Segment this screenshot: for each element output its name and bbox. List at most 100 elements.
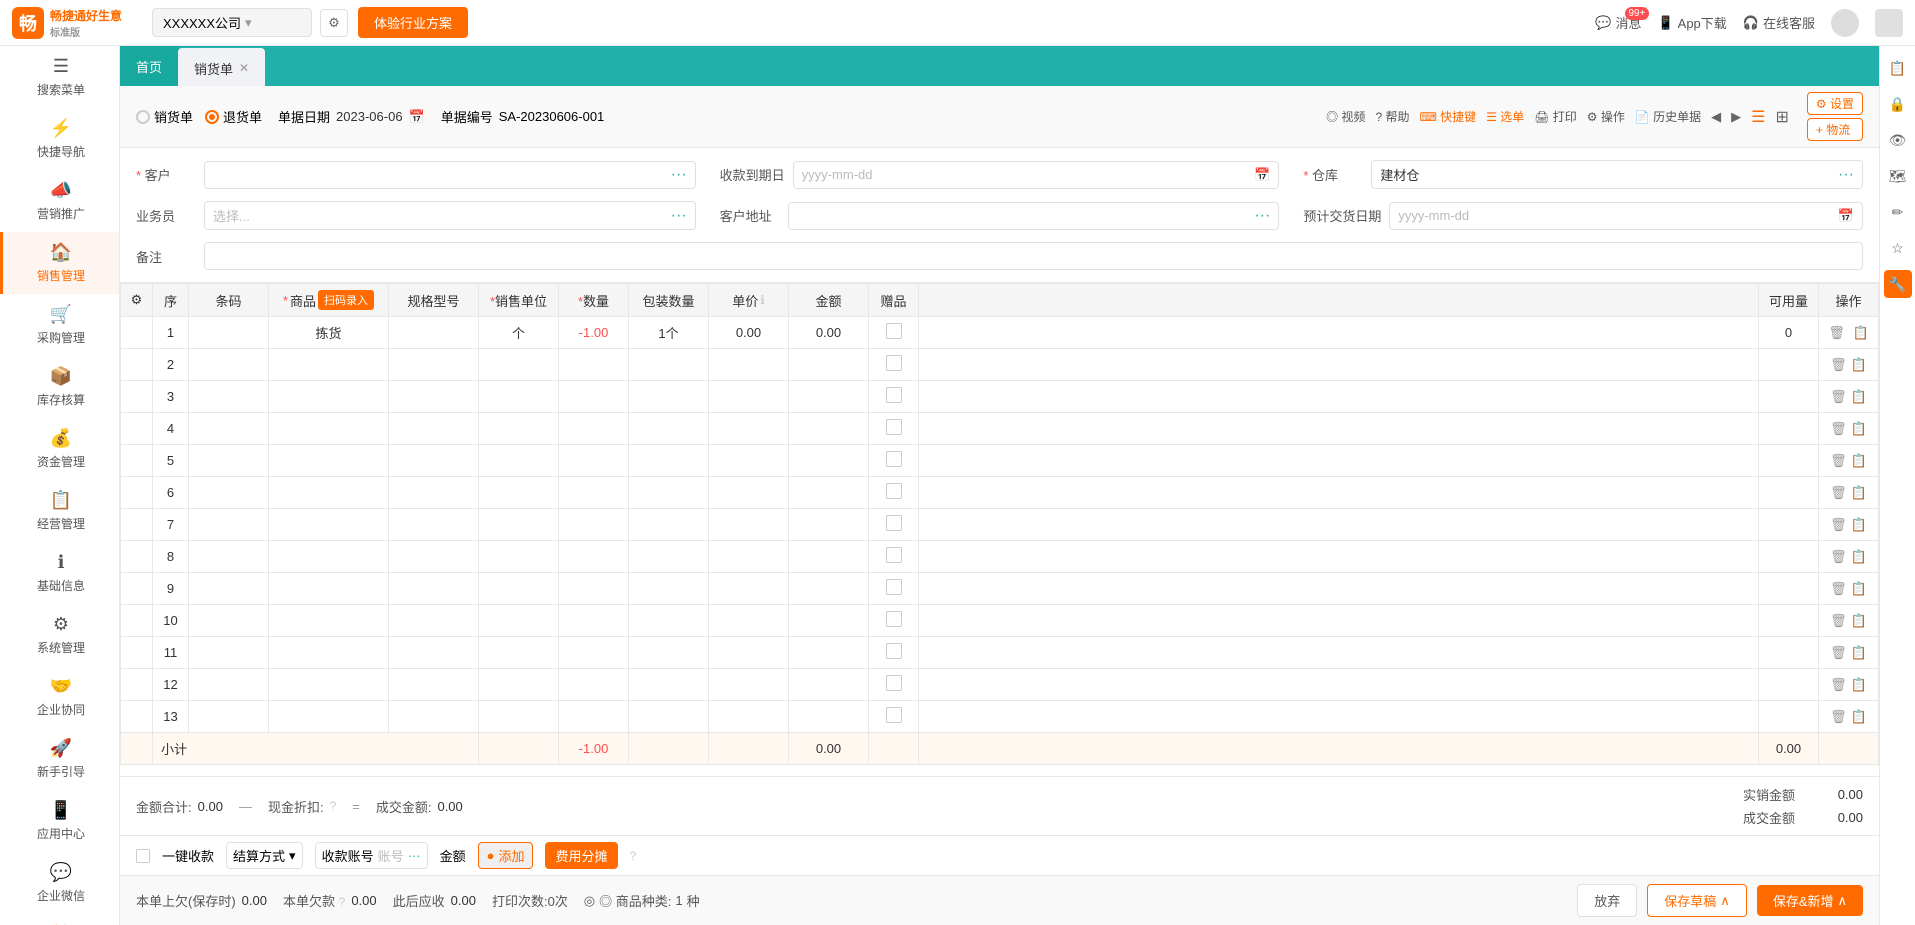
product-type-field[interactable]: ◎ ◎ 商品种类: 1 种 <box>584 891 700 910</box>
sidebar-item-member[interactable]: 👑 畅会员 <box>0 914 119 925</box>
sidebar-item-search[interactable]: ☰ 搜索菜单 <box>0 46 119 108</box>
grid-view-btn[interactable]: ⊞ <box>1776 107 1789 127</box>
sidebar-item-basic[interactable]: ℹ 基础信息 <box>0 542 119 604</box>
save-draft-chevron[interactable]: ∧ <box>1720 893 1730 909</box>
online-service-btn[interactable]: 🎧 在线客服 <box>1743 13 1815 32</box>
sidebar-item-quick-nav[interactable]: ⚡ 快捷导航 <box>0 108 119 170</box>
row1-qty[interactable]: -1.00 <box>559 317 629 349</box>
account-dots[interactable]: ··· <box>408 848 421 863</box>
customer-addr-input[interactable]: ··· <box>788 202 1280 230</box>
delivery-calendar-icon[interactable]: 📅 <box>1838 208 1854 224</box>
bottom-bar: 本单上欠(保存时) 0.00 本单欠款 ? 0.00 此后应收 0.00 打印次… <box>120 875 1879 925</box>
row1-delete-btn[interactable]: 🗑 <box>1828 325 1845 340</box>
expense-btn[interactable]: 费用分摊 <box>545 842 617 869</box>
calendar-icon[interactable]: 📅 <box>409 109 425 125</box>
select-btn[interactable]: ☰ 选单 <box>1486 108 1524 125</box>
one-click-checkbox[interactable] <box>136 849 150 863</box>
save-new-chevron[interactable]: ∧ <box>1837 893 1847 909</box>
sidebar-item-system[interactable]: ⚙ 系统管理 <box>0 604 119 666</box>
row1-settings[interactable] <box>121 317 153 349</box>
th-settings[interactable]: ⚙ <box>121 284 153 317</box>
sidebar-item-inventory[interactable]: 📦 库存核算 <box>0 356 119 418</box>
th-avail: 可用量 <box>1759 284 1819 317</box>
delivery-date-input[interactable]: yyyy-mm-dd 📅 <box>1389 202 1863 230</box>
discount-info-icon[interactable]: ? <box>330 799 337 813</box>
remark-input[interactable] <box>204 242 1863 270</box>
due-date-calendar-icon[interactable]: 📅 <box>1254 167 1270 183</box>
price-info-icon[interactable]: ℹ <box>760 293 765 307</box>
logistics-btn[interactable]: + 物流 <box>1807 118 1863 141</box>
row1-unit[interactable]: 个 <box>479 317 559 349</box>
app-download-btn[interactable]: 📱 App下载 <box>1657 13 1726 32</box>
sidebar-item-sales[interactable]: 🏠 销售管理 <box>0 232 119 294</box>
right-panel-lock-btn[interactable]: 🔒 <box>1884 90 1912 118</box>
radio-return-order[interactable]: 退货单 <box>205 107 262 126</box>
nav-next[interactable]: ▶ <box>1731 109 1741 125</box>
tab-home[interactable]: 首页 <box>120 46 178 86</box>
warehouse-input[interactable]: 建材仓 ··· <box>1371 160 1863 189</box>
row1-copy-btn[interactable]: 📋 <box>1852 325 1868 340</box>
customer-input[interactable]: ··· <box>204 161 696 189</box>
right-panel-action-btn[interactable]: 🔧 <box>1884 270 1912 298</box>
account-select[interactable]: 收款账号 账号 ··· <box>315 842 428 869</box>
help-btn[interactable]: ? 帮助 <box>1375 108 1409 125</box>
video-btn[interactable]: ◎ 视频 <box>1326 108 1365 125</box>
sidebar-item-business[interactable]: 📋 经营管理 <box>0 480 119 542</box>
salesperson-dots[interactable]: ··· <box>671 207 687 225</box>
user-menu[interactable] <box>1875 9 1903 37</box>
print-btn[interactable]: 🖨 打印 <box>1534 108 1577 125</box>
calc-method-select[interactable]: 结算方式 ▾ <box>226 842 303 869</box>
customer-dots[interactable]: ··· <box>671 166 687 184</box>
due-date-input[interactable]: yyyy-mm-dd 📅 <box>793 161 1280 189</box>
warehouse-dots[interactable]: ··· <box>1838 166 1854 184</box>
user-avatar[interactable] <box>1831 9 1859 37</box>
settings-action-btn[interactable]: ⚙ 设置 <box>1807 92 1863 115</box>
ops-btn[interactable]: ⚙ 操作 <box>1587 108 1625 125</box>
right-panel-star-btn[interactable]: ☆ <box>1884 234 1912 262</box>
tab-close-btn[interactable]: ✕ <box>239 61 249 75</box>
row1-spec[interactable] <box>389 317 479 349</box>
expense-info-icon[interactable]: ? <box>630 849 637 863</box>
trial-button[interactable]: 体验行业方案 <box>358 7 468 38</box>
right-panel-eye-btn[interactable]: 👁 <box>1884 126 1912 154</box>
nav-prev[interactable]: ◀ <box>1711 109 1721 125</box>
sidebar-item-enterprise[interactable]: 🤝 企业协同 <box>0 666 119 728</box>
sidebar-item-guide[interactable]: 🚀 新手引导 <box>0 728 119 790</box>
save-draft-btn[interactable]: 保存草稿 ∧ <box>1647 884 1747 917</box>
history-btn[interactable]: 📄 历史单据 <box>1635 108 1701 125</box>
row1-price[interactable]: 0.00 <box>709 317 789 349</box>
table-row: 13🗑📋 <box>121 701 1879 733</box>
row1-pkg[interactable]: 1个 <box>629 317 709 349</box>
row1-gift-checkbox[interactable] <box>886 323 902 339</box>
row1-avail: 0 <box>1759 317 1819 349</box>
tab-sales-label: 销货单 <box>194 59 233 78</box>
row1-barcode[interactable] <box>189 317 269 349</box>
row1-gift[interactable] <box>869 317 919 349</box>
sidebar-item-marketing[interactable]: 📣 营销推广 <box>0 170 119 232</box>
sidebar-item-wechat[interactable]: 💬 企业微信 <box>0 852 119 914</box>
right-panel-map-btn[interactable]: 🗺 <box>1884 162 1912 190</box>
doc-type-radio-group: 销货单 退货单 <box>136 107 262 126</box>
add-payment-btn[interactable]: ● 添加 <box>478 842 534 869</box>
right-panel-note-btn[interactable]: 📋 <box>1884 54 1912 82</box>
row1-product[interactable]: 拣货 <box>269 317 389 349</box>
sidebar-item-purchase[interactable]: 🛒 采购管理 <box>0 294 119 356</box>
shortcut-btn[interactable]: ⌨ 快捷键 <box>1419 108 1476 125</box>
list-view-btn[interactable]: ☰ <box>1751 107 1765 127</box>
total-owe-info-icon[interactable]: ? <box>339 895 346 909</box>
abandon-btn[interactable]: 放弃 <box>1577 884 1637 917</box>
salesperson-input[interactable]: 选择... ··· <box>204 201 696 230</box>
subtotal-label: 小计 <box>153 733 479 765</box>
scan-barcode-btn[interactable]: 扫码录入 <box>318 290 374 310</box>
save-new-btn[interactable]: 保存&新增 ∧ <box>1757 885 1863 916</box>
customer-addr-dots[interactable]: ··· <box>1254 207 1270 225</box>
sidebar-item-finance[interactable]: 💰 资金管理 <box>0 418 119 480</box>
row1-amount[interactable]: 0.00 <box>789 317 869 349</box>
tab-sales-order[interactable]: 销货单 ✕ <box>178 48 265 88</box>
message-btn[interactable]: 💬 消息 99+ <box>1595 13 1641 32</box>
company-selector[interactable]: XXXXXX公司 ▾ <box>152 8 312 37</box>
settings-icon-btn[interactable]: ⚙ <box>320 9 348 37</box>
radio-sales-order[interactable]: 销货单 <box>136 107 193 126</box>
right-panel-edit-btn[interactable]: ✏ <box>1884 198 1912 226</box>
sidebar-item-apps[interactable]: 📱 应用中心 <box>0 790 119 852</box>
